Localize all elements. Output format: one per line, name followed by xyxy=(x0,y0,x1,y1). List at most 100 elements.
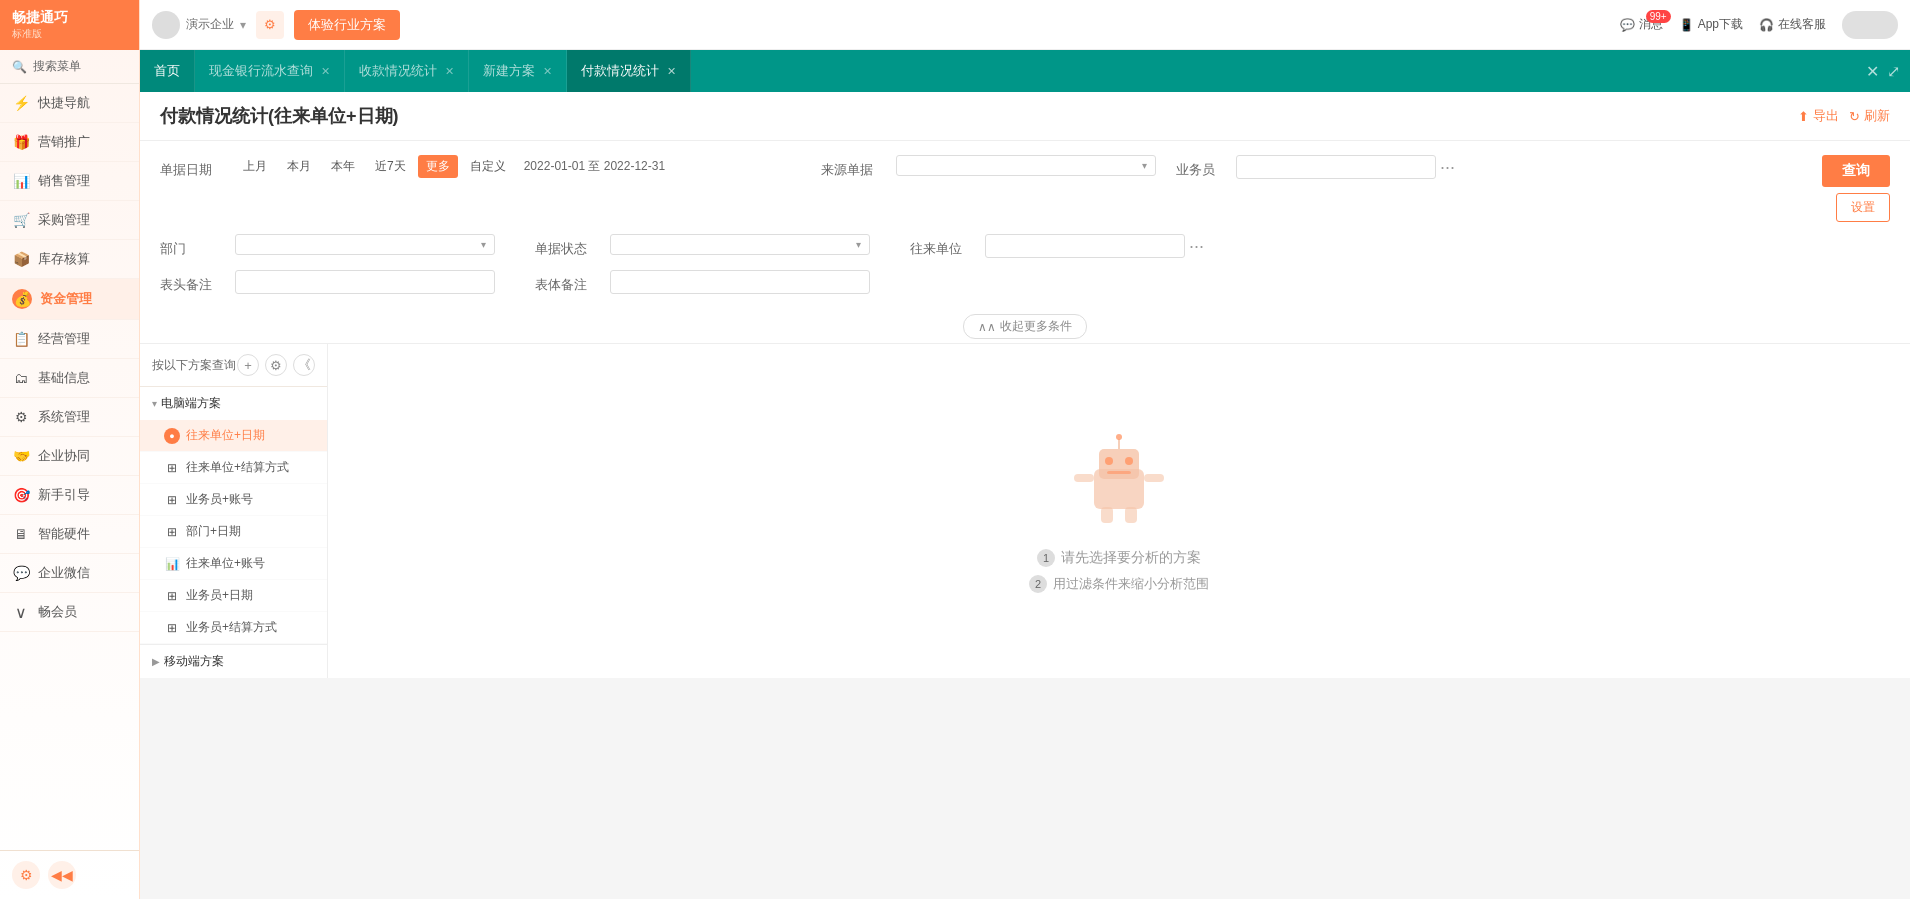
empty-hint-2: 2 用过滤条件来缩小分析范围 xyxy=(1029,575,1209,593)
scheme-collapse-btn[interactable]: 《 xyxy=(293,354,315,376)
refresh-btn[interactable]: ↻ 刷新 xyxy=(1849,107,1890,125)
sidebar-item-guide[interactable]: 🎯 新手引导 xyxy=(0,476,139,515)
below-filter: 按以下方案查询 + ⚙ 《 ▾ 电脑端方案 ● 往来单位+日期 ⊞ xyxy=(140,344,1910,678)
scheme-panel: 按以下方案查询 + ⚙ 《 ▾ 电脑端方案 ● 往来单位+日期 ⊞ xyxy=(140,344,328,678)
sidebar-item-operation[interactable]: 📋 经营管理 xyxy=(0,320,139,359)
page-title: 付款情况统计(往来单位+日期) xyxy=(160,104,399,128)
collapse-sidebar-btn[interactable]: ◀◀ xyxy=(48,861,76,889)
add-scheme-btn[interactable]: + xyxy=(237,354,259,376)
scheme-counterpart-settlement[interactable]: ⊞ 往来单位+结算方式 xyxy=(140,452,327,484)
tab-receipt[interactable]: 收款情况统计 ✕ xyxy=(345,50,469,92)
header-remark-input[interactable] xyxy=(235,270,495,294)
desktop-section[interactable]: ▾ 电脑端方案 xyxy=(140,387,327,420)
date-this-year[interactable]: 本年 xyxy=(323,155,363,178)
scheme-salesperson-account[interactable]: ⊞ 业务员+账号 xyxy=(140,484,327,516)
active-scheme-icon: ● xyxy=(164,428,180,444)
sidebar-item-vip[interactable]: ∨ 畅会员 xyxy=(0,593,139,632)
scheme-counterpart-account[interactable]: 📊 往来单位+账号 xyxy=(140,548,327,580)
sidebar-item-purchase[interactable]: 🛒 采购管理 xyxy=(0,201,139,240)
company-dropdown-arrow[interactable]: ▾ xyxy=(240,18,246,32)
sidebar-item-sales[interactable]: 📊 销售管理 xyxy=(0,162,139,201)
topbar-gear-btn[interactable]: ⚙ xyxy=(256,11,284,39)
svg-rect-1 xyxy=(1099,449,1139,479)
sidebar-item-capital[interactable]: 💰 资金管理 xyxy=(0,279,139,320)
app-name: 畅捷通巧 xyxy=(12,9,68,27)
query-btn[interactable]: 查询 xyxy=(1822,155,1890,187)
search-menu-label: 搜索菜单 xyxy=(33,58,81,75)
tab-bank-label: 现金银行流水查询 xyxy=(209,62,313,80)
sidebar-item-label: 经营管理 xyxy=(38,330,90,348)
close-tab-btn[interactable]: ✕ xyxy=(1866,62,1879,81)
settings-bottom-btn[interactable]: ⚙ xyxy=(12,861,40,889)
scheme-settings-btn[interactable]: ⚙ xyxy=(265,354,287,376)
settings-btn[interactable]: 设置 xyxy=(1836,193,1890,222)
sidebar-item-hardware[interactable]: 🖥 智能硬件 xyxy=(0,515,139,554)
source-label: 来源单据 xyxy=(821,155,876,179)
sidebar-item-basic[interactable]: 🗂 基础信息 xyxy=(0,359,139,398)
tab-bank-close[interactable]: ✕ xyxy=(321,65,330,78)
export-btn[interactable]: ⬆ 导出 xyxy=(1798,107,1839,125)
content-area: 1 请先选择要分析的方案 2 用过滤条件来缩小分析范围 xyxy=(328,344,1910,678)
tab-payment[interactable]: 付款情况统计 ✕ xyxy=(567,50,691,92)
sidebar-item-quick-nav[interactable]: ⚡ 快捷导航 xyxy=(0,84,139,123)
salesperson-dots[interactable]: ··· xyxy=(1440,157,1455,178)
date-last-7days[interactable]: 近7天 xyxy=(367,155,414,178)
date-this-month[interactable]: 本月 xyxy=(279,155,319,178)
sales-icon: 📊 xyxy=(12,172,30,190)
counterpart-dots[interactable]: ··· xyxy=(1189,236,1204,257)
sidebar-item-wechat[interactable]: 💬 企业微信 xyxy=(0,554,139,593)
user-avatar-right[interactable] xyxy=(1842,11,1898,39)
source-select[interactable]: ▾ xyxy=(896,155,1156,176)
sidebar-item-label: 新手引导 xyxy=(38,486,90,504)
scheme-label: 往来单位+账号 xyxy=(186,555,265,572)
sidebar-item-label: 畅会员 xyxy=(38,603,77,621)
tab-payment-close[interactable]: ✕ xyxy=(667,65,676,78)
sidebar-item-label: 智能硬件 xyxy=(38,525,90,543)
service-label: 在线客服 xyxy=(1778,16,1826,33)
basic-icon: 🗂 xyxy=(12,369,30,387)
search-menu[interactable]: 🔍 搜索菜单 xyxy=(0,50,139,84)
scheme-grid-icon: ⊞ xyxy=(164,588,180,604)
date-custom[interactable]: 自定义 xyxy=(462,155,514,178)
tab-bank[interactable]: 现金银行流水查询 ✕ xyxy=(195,50,345,92)
tab-receipt-close[interactable]: ✕ xyxy=(445,65,454,78)
trial-btn[interactable]: 体验行业方案 xyxy=(294,10,400,40)
messages-btn[interactable]: 💬 消息 99+ xyxy=(1620,16,1663,33)
tab-receipt-label: 收款情况统计 xyxy=(359,62,437,80)
sidebar-item-inventory[interactable]: 📦 库存核算 xyxy=(0,240,139,279)
scheme-salesperson-settlement[interactable]: ⊞ 业务员+结算方式 xyxy=(140,612,327,644)
search-icon: 🔍 xyxy=(12,60,27,74)
service-btn[interactable]: 🎧 在线客服 xyxy=(1759,16,1826,33)
tab-home-label: 首页 xyxy=(154,62,180,80)
mobile-section[interactable]: ▶ 移动端方案 xyxy=(140,644,327,678)
scheme-dept-date[interactable]: ⊞ 部门+日期 xyxy=(140,516,327,548)
sidebar-item-system[interactable]: ⚙ 系统管理 xyxy=(0,398,139,437)
tab-new-scheme[interactable]: 新建方案 ✕ xyxy=(469,50,567,92)
maximize-tab-btn[interactable]: ⤢ xyxy=(1887,62,1900,81)
sidebar-item-enterprise[interactable]: 🤝 企业协同 xyxy=(0,437,139,476)
tab-new-scheme-close[interactable]: ✕ xyxy=(543,65,552,78)
sidebar-item-marketing[interactable]: 🎁 营销推广 xyxy=(0,123,139,162)
app-download-btn[interactable]: 📱 App下载 xyxy=(1679,16,1743,33)
counterpart-input[interactable] xyxy=(985,234,1185,258)
svg-point-3 xyxy=(1125,457,1133,465)
body-remark-input[interactable] xyxy=(610,270,870,294)
date-last-month[interactable]: 上月 xyxy=(235,155,275,178)
collapse-btn[interactable]: ∧∧ 收起更多条件 xyxy=(963,314,1087,339)
company-selector[interactable]: 演示企业 ▾ xyxy=(152,11,246,39)
dept-select[interactable]: ▾ xyxy=(235,234,495,255)
desktop-label: 电脑端方案 xyxy=(161,395,221,412)
doc-status-select[interactable]: ▾ xyxy=(610,234,870,255)
dept-select-arrow: ▾ xyxy=(481,239,486,250)
collapse-bar: ∧∧ 收起更多条件 xyxy=(160,306,1890,339)
app-version: 标准版 xyxy=(12,27,68,41)
tab-home[interactable]: 首页 xyxy=(140,50,195,92)
date-more[interactable]: 更多 xyxy=(418,155,458,178)
scheme-label: 业务员+结算方式 xyxy=(186,619,277,636)
salesperson-input[interactable] xyxy=(1236,155,1436,179)
scheme-counterpart-date[interactable]: ● 往来单位+日期 xyxy=(140,420,327,452)
scheme-salesperson-date[interactable]: ⊞ 业务员+日期 xyxy=(140,580,327,612)
wechat-icon: 💬 xyxy=(12,564,30,582)
sidebar-item-label: 系统管理 xyxy=(38,408,90,426)
collapse-icon: ∧∧ xyxy=(978,320,996,334)
